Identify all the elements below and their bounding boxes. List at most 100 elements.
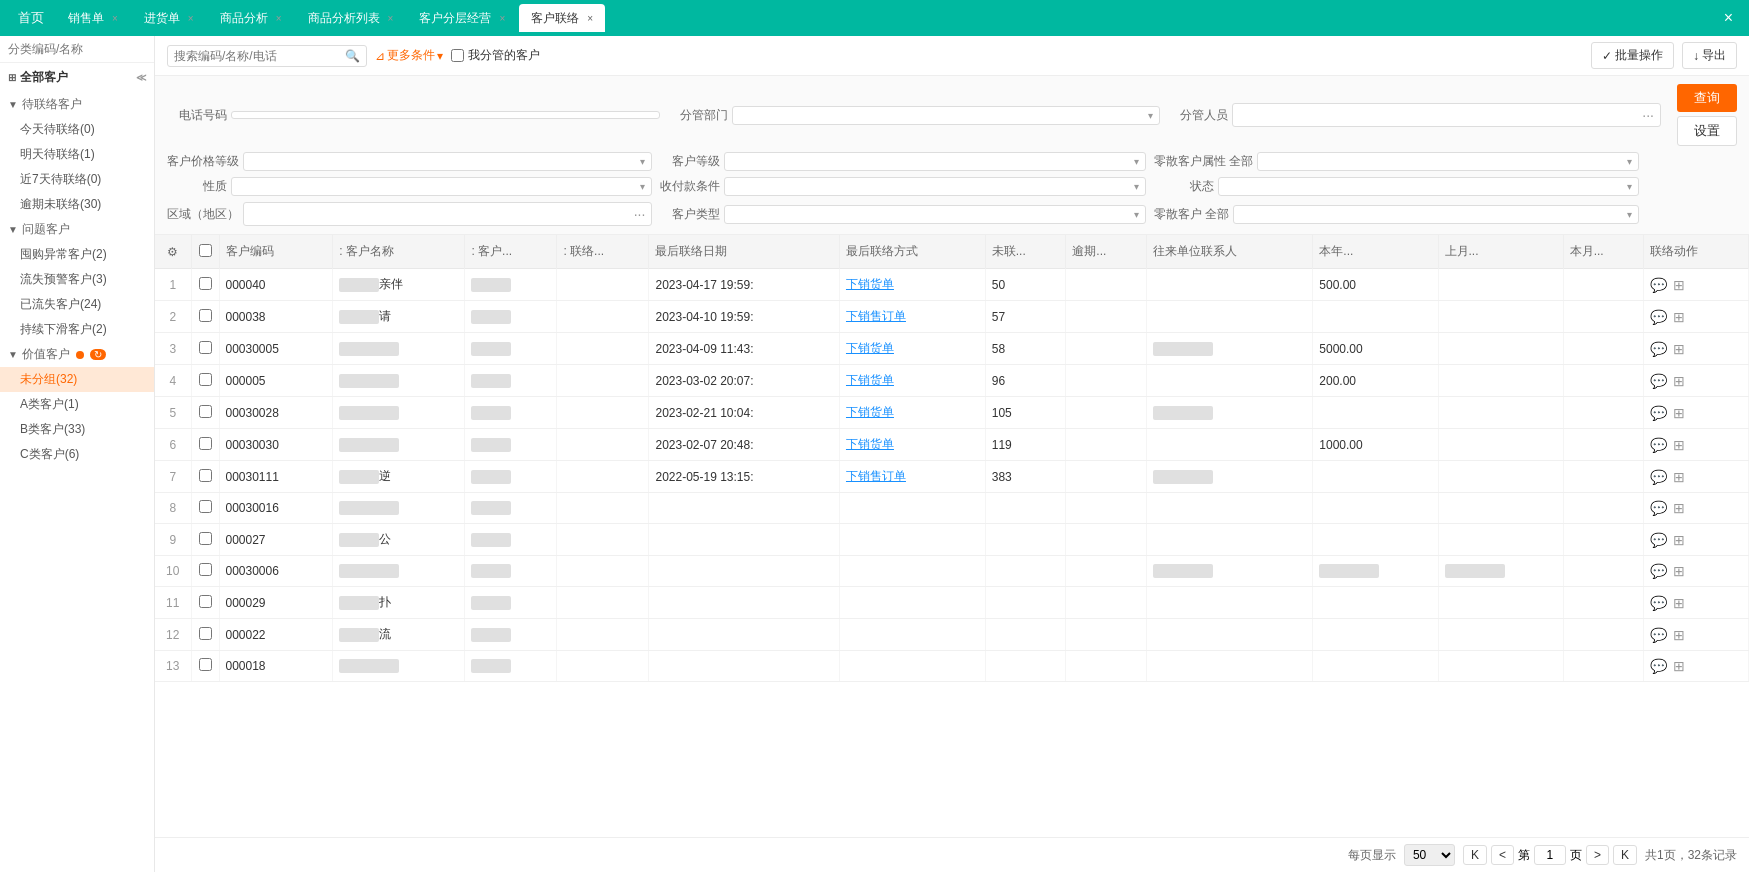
qr-icon[interactable]: ⊞ bbox=[1673, 563, 1685, 579]
customer-name[interactable] bbox=[333, 365, 465, 397]
qr-icon[interactable]: ⊞ bbox=[1673, 658, 1685, 674]
price-tier-input[interactable]: ▾ bbox=[243, 152, 652, 171]
row-checkbox[interactable] bbox=[199, 405, 212, 418]
col-unit-contact[interactable]: 往来单位联系人 bbox=[1146, 235, 1312, 269]
qr-icon[interactable]: ⊞ bbox=[1673, 595, 1685, 611]
next-page-btn[interactable]: > bbox=[1586, 845, 1609, 865]
customer-name[interactable] bbox=[333, 556, 465, 587]
sidebar-item-churned[interactable]: 已流失客户(24) bbox=[0, 292, 154, 317]
dept-input[interactable]: ▾ bbox=[732, 106, 1161, 125]
row-checkbox-cell[interactable] bbox=[191, 397, 219, 429]
row-checkbox[interactable] bbox=[199, 437, 212, 450]
customer-name[interactable] bbox=[333, 397, 465, 429]
message-icon[interactable]: 💬 bbox=[1650, 277, 1667, 293]
export-button[interactable]: ↓ 导出 bbox=[1682, 42, 1737, 69]
row-checkbox[interactable] bbox=[199, 627, 212, 640]
last-page-btn[interactable]: K bbox=[1613, 845, 1637, 865]
message-icon[interactable]: 💬 bbox=[1650, 309, 1667, 325]
last-method-cell[interactable] bbox=[839, 493, 985, 524]
close-all-tabs[interactable]: × bbox=[1716, 0, 1741, 36]
tab-product-analysis[interactable]: 商品分析 × bbox=[208, 4, 294, 32]
more-conditions[interactable]: ⊿ 更多条件 ▾ bbox=[375, 47, 443, 64]
row-checkbox[interactable] bbox=[199, 309, 212, 322]
sidebar-item-class-b[interactable]: B类客户(33) bbox=[0, 417, 154, 442]
row-checkbox-cell[interactable] bbox=[191, 301, 219, 333]
sidebar-search-input[interactable] bbox=[8, 42, 155, 56]
message-icon[interactable]: 💬 bbox=[1650, 563, 1667, 579]
col-name[interactable]: : 客户名称 bbox=[333, 235, 465, 269]
method-link[interactable]: 下销货单 bbox=[846, 405, 894, 419]
qr-icon[interactable]: ⊞ bbox=[1673, 532, 1685, 548]
last-method-cell[interactable]: 下销货单 bbox=[839, 365, 985, 397]
col-this-month[interactable]: 本月... bbox=[1563, 235, 1644, 269]
col-uncontacted[interactable]: 未联... bbox=[985, 235, 1066, 269]
tab-customer-tier[interactable]: 客户分层经营 × bbox=[407, 4, 517, 32]
prev-page-btn[interactable]: < bbox=[1491, 845, 1514, 865]
col-overdue[interactable]: 逾期... bbox=[1066, 235, 1147, 269]
message-icon[interactable]: 💬 bbox=[1650, 595, 1667, 611]
row-checkbox[interactable] bbox=[199, 373, 212, 386]
last-method-cell[interactable]: 下销货单 bbox=[839, 429, 985, 461]
row-checkbox-cell[interactable] bbox=[191, 556, 219, 587]
customer-name[interactable]: 公 bbox=[333, 524, 465, 556]
row-checkbox-cell[interactable] bbox=[191, 365, 219, 397]
section-pending-contact[interactable]: ▼ 待联络客户 bbox=[0, 92, 154, 117]
customer-name[interactable] bbox=[333, 651, 465, 682]
customer-tier-input[interactable]: ▾ bbox=[724, 152, 1145, 171]
last-method-cell[interactable]: 下销货单 bbox=[839, 269, 985, 301]
method-link[interactable]: 下销货单 bbox=[846, 437, 894, 451]
sidebar-item-class-c[interactable]: C类客户(6) bbox=[0, 442, 154, 467]
region-input[interactable]: ··· bbox=[243, 202, 652, 226]
collapse-icon[interactable]: ≪ bbox=[136, 72, 146, 83]
method-link[interactable]: 下销货单 bbox=[846, 341, 894, 355]
reset-button[interactable]: 设置 bbox=[1677, 116, 1737, 146]
checkbox-col-header[interactable] bbox=[191, 235, 219, 269]
sidebar-item-class-a[interactable]: A类客户(1) bbox=[0, 392, 154, 417]
sidebar-search-box[interactable]: 🔍 bbox=[0, 36, 154, 63]
qr-icon[interactable]: ⊞ bbox=[1673, 405, 1685, 421]
last-method-cell[interactable] bbox=[839, 651, 985, 682]
nature-input[interactable]: ▾ bbox=[231, 177, 652, 196]
settings-col-header[interactable]: ⚙ bbox=[155, 235, 191, 269]
select-all-checkbox[interactable] bbox=[199, 244, 212, 257]
close-tab-customer-contact[interactable]: × bbox=[587, 13, 593, 24]
sidebar-item-tomorrow[interactable]: 明天待联络(1) bbox=[0, 142, 154, 167]
row-checkbox[interactable] bbox=[199, 277, 212, 290]
qr-icon[interactable]: ⊞ bbox=[1673, 469, 1685, 485]
col-last-month[interactable]: 上月... bbox=[1438, 235, 1563, 269]
last-method-cell[interactable] bbox=[839, 619, 985, 651]
message-icon[interactable]: 💬 bbox=[1650, 627, 1667, 643]
col-type[interactable]: : 客户... bbox=[465, 235, 557, 269]
last-method-cell[interactable]: 下销货单 bbox=[839, 333, 985, 365]
col-this-year[interactable]: 本年... bbox=[1313, 235, 1438, 269]
close-tab-purchase[interactable]: × bbox=[188, 13, 194, 24]
message-icon[interactable]: 💬 bbox=[1650, 373, 1667, 389]
row-checkbox[interactable] bbox=[199, 563, 212, 576]
row-checkbox-cell[interactable] bbox=[191, 619, 219, 651]
page-number-input[interactable] bbox=[1534, 845, 1566, 865]
last-method-cell[interactable]: 下销售订单 bbox=[839, 301, 985, 333]
last-method-cell[interactable] bbox=[839, 587, 985, 619]
row-checkbox-cell[interactable] bbox=[191, 461, 219, 493]
col-last-date[interactable]: 最后联络日期 bbox=[649, 235, 840, 269]
row-checkbox-cell[interactable] bbox=[191, 493, 219, 524]
row-checkbox-cell[interactable] bbox=[191, 651, 219, 682]
tab-customer-contact[interactable]: 客户联络 × bbox=[519, 4, 605, 32]
close-tab-customer-tier[interactable]: × bbox=[499, 13, 505, 24]
close-tab-product-analysis[interactable]: × bbox=[276, 13, 282, 24]
close-tab-product-analysis-list[interactable]: × bbox=[388, 13, 394, 24]
section-value-customers[interactable]: ▼ 价值客户 ↻ bbox=[0, 342, 154, 367]
method-link[interactable]: 下销售订单 bbox=[846, 469, 906, 483]
customer-name[interactable] bbox=[333, 493, 465, 524]
qr-icon[interactable]: ⊞ bbox=[1673, 373, 1685, 389]
message-icon[interactable]: 💬 bbox=[1650, 658, 1667, 674]
qr-icon[interactable]: ⊞ bbox=[1673, 627, 1685, 643]
row-checkbox-cell[interactable] bbox=[191, 587, 219, 619]
col-last-method[interactable]: 最后联络方式 bbox=[839, 235, 985, 269]
tab-product-analysis-list[interactable]: 商品分析列表 × bbox=[296, 4, 406, 32]
message-icon[interactable]: 💬 bbox=[1650, 469, 1667, 485]
qr-icon[interactable]: ⊞ bbox=[1673, 437, 1685, 453]
search-box[interactable]: 🔍 bbox=[167, 45, 367, 67]
customer-name[interactable] bbox=[333, 333, 465, 365]
batch-ops-button[interactable]: ✓ 批量操作 bbox=[1591, 42, 1674, 69]
